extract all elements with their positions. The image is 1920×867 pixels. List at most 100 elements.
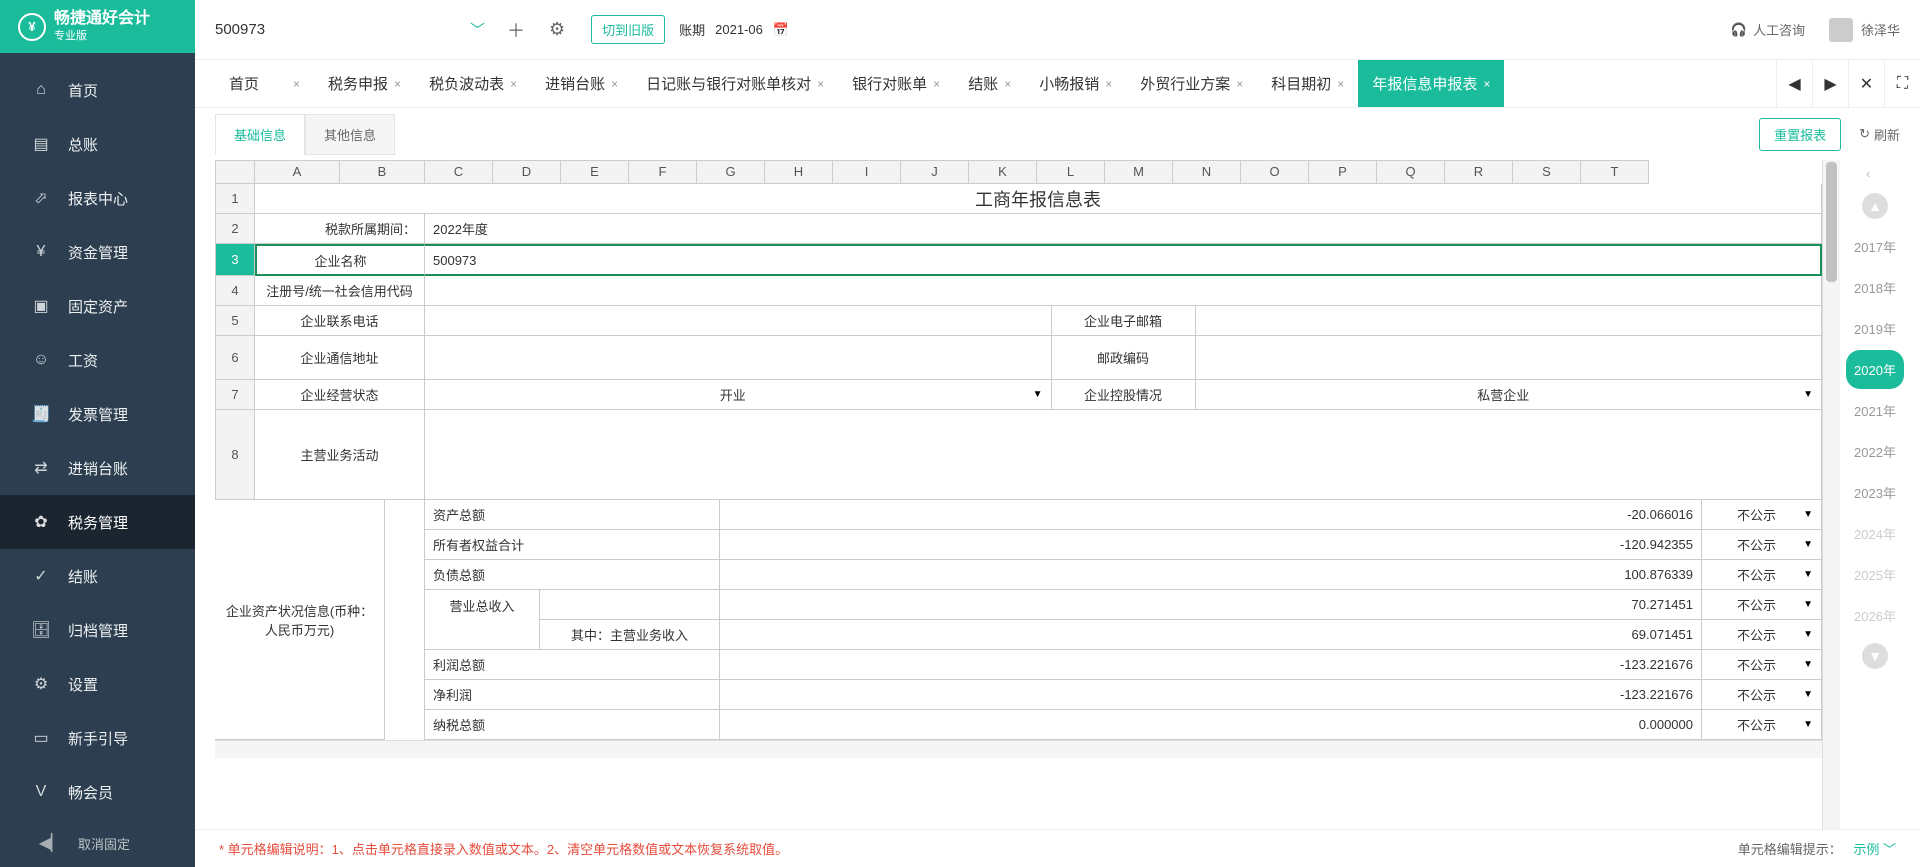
tab-0[interactable]: 首页 [215,60,273,107]
fin-public-16[interactable]: 不公示▼ [1702,710,1822,740]
sidebar-item-8[interactable]: ✿税务管理 [0,495,195,549]
col-header-M[interactable]: M [1105,160,1173,184]
fin-public-9[interactable]: 不公示▼ [1702,500,1822,530]
year-2022年[interactable]: 2022年 [1846,432,1904,471]
tab-11[interactable]: 年报信息申报表× [1358,60,1504,107]
year-2021年[interactable]: 2021年 [1846,391,1904,430]
fin-public-11[interactable]: 不公示▼ [1702,560,1822,590]
year-2026年[interactable]: 2026年 [1846,596,1904,635]
close-icon[interactable]: × [1105,77,1112,91]
calendar-icon[interactable]: 📅 [773,22,789,38]
col-header-D[interactable]: D [493,160,561,184]
vertical-scrollbar[interactable] [1822,160,1840,829]
company-name-input[interactable]: 500973 [425,244,1822,276]
support-link[interactable]: 🎧 人工咨询 [1731,20,1805,39]
tab-8[interactable]: 小畅报销× [1025,60,1126,107]
row-header-1[interactable]: 1 [215,184,255,214]
scrollbar-thumb[interactable] [1826,162,1837,282]
fin-public-14[interactable]: 不公示▼ [1702,650,1822,680]
tab-6[interactable]: 银行对账单× [838,60,954,107]
row-header-5[interactable]: 5 [215,306,255,336]
col-header-R[interactable]: R [1445,160,1513,184]
sidebar-item-13[interactable]: V畅会员 [0,765,195,819]
fin-value-13[interactable]: 69.071451 [720,620,1702,650]
col-header-I[interactable]: I [833,160,901,184]
col-header-Q[interactable]: Q [1377,160,1445,184]
year-2017年[interactable]: 2017年 [1846,227,1904,266]
tabs-prev[interactable]: ◀ [1776,60,1812,107]
close-icon[interactable]: × [1004,77,1011,91]
row-header-2[interactable]: 2 [215,214,255,244]
col-header-N[interactable]: N [1173,160,1241,184]
tab-9[interactable]: 外贸行业方案× [1126,60,1257,107]
address-input[interactable] [425,336,1052,380]
tab-10[interactable]: 科目期初× [1257,60,1358,107]
reset-report-button[interactable]: 重置报表 [1759,118,1841,151]
col-header-K[interactable]: K [969,160,1037,184]
year-2025年[interactable]: 2025年 [1846,555,1904,594]
fin-value-9[interactable]: -20.066016 [720,500,1702,530]
sidebar-item-7[interactable]: ⇄进销台账 [0,441,195,495]
switch-version-button[interactable]: 切到旧版 [591,15,665,44]
tab-5[interactable]: 日记账与银行对账单核对× [632,60,838,107]
fin-value-11[interactable]: 100.876339 [720,560,1702,590]
year-2018年[interactable]: 2018年 [1846,268,1904,307]
fin-public-12[interactable]: 不公示▼ [1702,590,1822,620]
horizontal-scrollbar[interactable] [215,740,1822,758]
tab-1[interactable]: × [273,60,314,107]
close-icon[interactable]: × [1483,77,1490,91]
fullscreen-icon[interactable]: ⛶ [1884,60,1920,107]
year-2024年[interactable]: 2024年 [1846,514,1904,553]
rail-chevron-left-icon[interactable]: ‹ [1866,166,1884,181]
period-value-cell[interactable]: 2022年度 [425,214,1822,244]
fin-value-12[interactable]: 70.271451 [720,590,1702,620]
fin-value-14[interactable]: -123.221676 [720,650,1702,680]
holding-select[interactable]: 私营企业▼ [1196,380,1823,410]
col-header-F[interactable]: F [629,160,697,184]
year-down[interactable]: ▼ [1862,643,1888,669]
close-icon[interactable]: × [510,77,517,91]
close-icon[interactable]: × [817,77,824,91]
col-header-A[interactable]: A [255,160,340,184]
tab-4[interactable]: 进销台账× [531,60,632,107]
close-icon[interactable]: × [293,77,300,91]
gear-icon[interactable]: ⚙ [549,19,565,40]
close-icon[interactable]: × [1236,77,1243,91]
main-biz-input[interactable] [425,410,1822,500]
subtab-other[interactable]: 其他信息 [305,114,395,155]
status-select[interactable]: 开业▼ [425,380,1052,410]
phone-input[interactable] [425,306,1052,336]
email-input[interactable] [1196,306,1823,336]
refresh-button[interactable]: ↻ 刷新 [1859,125,1900,144]
col-header-E[interactable]: E [561,160,629,184]
col-header-T[interactable]: T [1581,160,1649,184]
add-icon[interactable]: ＋ [507,17,525,43]
year-up[interactable]: ▲ [1862,193,1888,219]
sidebar-item-1[interactable]: ▤总账 [0,117,195,171]
row-header-3[interactable]: 3 [215,244,255,276]
sidebar-item-11[interactable]: ⚙设置 [0,657,195,711]
col-header-B[interactable]: B [340,160,425,184]
col-header-G[interactable]: G [697,160,765,184]
col-header-S[interactable]: S [1513,160,1581,184]
sidebar-item-3[interactable]: ¥资金管理 [0,225,195,279]
tab-2[interactable]: 税务申报× [314,60,415,107]
sheet-corner[interactable] [215,160,255,184]
fin-value-10[interactable]: -120.942355 [720,530,1702,560]
cancel-pin[interactable]: ◀▏ 取消固定 [0,819,195,867]
zip-input[interactable] [1196,336,1823,380]
col-header-J[interactable]: J [901,160,969,184]
subtab-basic[interactable]: 基础信息 [215,114,305,155]
col-header-P[interactable]: P [1309,160,1377,184]
reg-no-input[interactable] [425,276,1822,306]
spreadsheet[interactable]: ABCDEFGHIJKLMNOPQRST 1工商年报信息表2税款所属期间：202… [215,160,1822,829]
col-header-O[interactable]: O [1241,160,1309,184]
tab-7[interactable]: 结账× [954,60,1025,107]
row-header-7[interactable]: 7 [215,380,255,410]
sidebar-item-9[interactable]: ✓结账 [0,549,195,603]
sidebar-item-0[interactable]: ⌂首页 [0,63,195,117]
user-menu[interactable]: 徐泽华 [1829,18,1900,42]
fin-public-15[interactable]: 不公示▼ [1702,680,1822,710]
close-icon[interactable]: × [394,77,401,91]
sidebar-item-4[interactable]: ▣固定资产 [0,279,195,333]
